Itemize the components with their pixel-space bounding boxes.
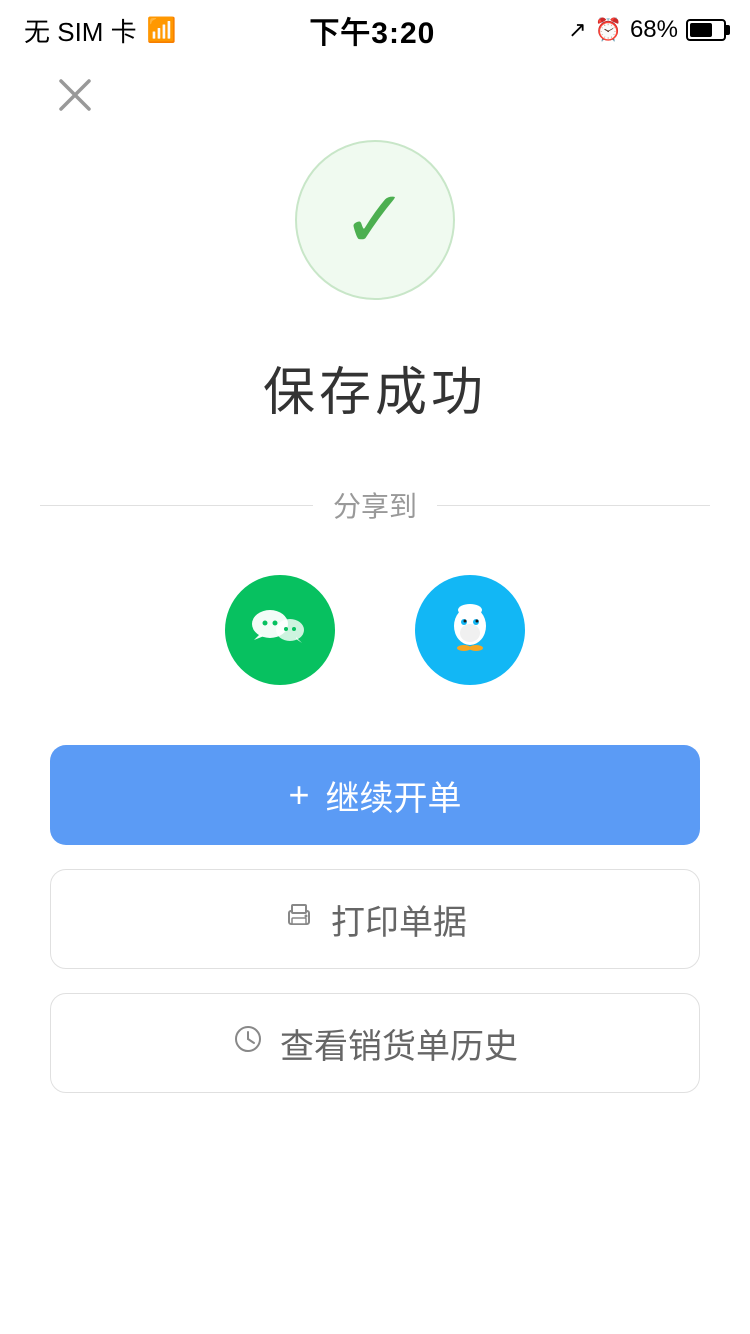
qq-share-button[interactable]	[415, 575, 525, 685]
battery-percent: 68%	[630, 16, 678, 44]
status-bar: 无 SIM 卡 📶 下午3:20 ↗ ⏰ 68%	[0, 0, 750, 60]
printer-icon	[283, 899, 315, 939]
location-icon: ↗	[568, 17, 586, 43]
clock-icon	[232, 1023, 264, 1063]
divider-right	[437, 505, 710, 506]
success-title: 保存成功	[263, 350, 487, 425]
status-time: 下午3:20	[309, 8, 435, 52]
continue-button[interactable]: + 继续开单	[50, 745, 700, 845]
alarm-icon: ⏰	[595, 17, 622, 43]
continue-label: 继续开单	[326, 771, 462, 820]
wechat-share-button[interactable]	[225, 575, 335, 685]
continue-icon: +	[288, 774, 309, 816]
share-icons-container	[40, 575, 710, 685]
checkmark-icon: ✓	[341, 180, 408, 260]
action-buttons: + 继续开单 打印单据	[0, 745, 750, 1093]
battery-icon	[686, 19, 726, 41]
status-right: ↗ ⏰ 68%	[568, 16, 726, 44]
wifi-icon: 📶	[147, 16, 177, 45]
qq-icon	[436, 596, 504, 664]
share-divider: 分享到	[40, 485, 710, 525]
history-button[interactable]: 查看销货单历史	[50, 993, 700, 1093]
battery-fill	[690, 23, 712, 37]
main-content: ✓ 保存成功 分享到	[0, 60, 750, 1093]
wechat-icon	[246, 596, 314, 664]
success-circle: ✓	[295, 140, 455, 300]
close-button[interactable]	[50, 70, 100, 120]
share-section: 分享到	[0, 485, 750, 685]
print-label: 打印单据	[331, 895, 467, 944]
history-label: 查看销货单历史	[280, 1019, 518, 1068]
divider-left	[40, 505, 313, 506]
sim-status: 无 SIM 卡	[24, 12, 137, 49]
print-button[interactable]: 打印单据	[50, 869, 700, 969]
share-label: 分享到	[333, 485, 417, 525]
status-left: 无 SIM 卡 📶	[24, 12, 177, 49]
